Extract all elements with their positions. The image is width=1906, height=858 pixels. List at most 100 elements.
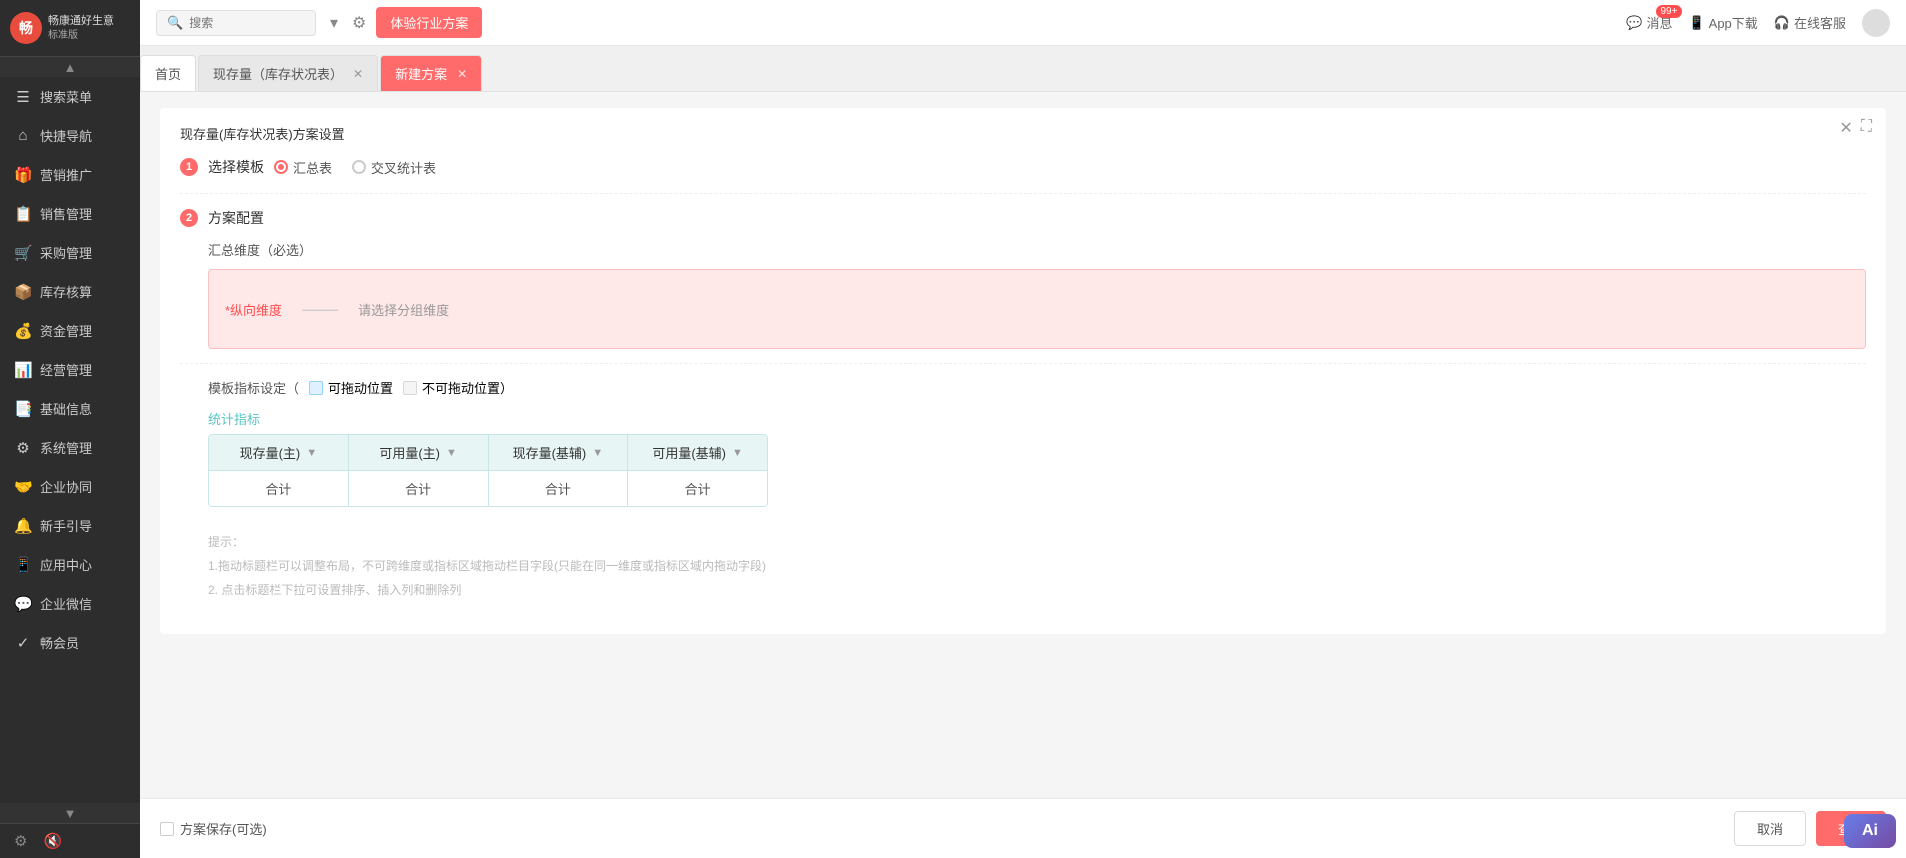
indicator-setting-label: 模板指标设定（ [208, 378, 299, 397]
management-icon: 📊 [14, 361, 32, 379]
message-button[interactable]: 💬 消息 99+ [1626, 13, 1672, 32]
step1-label: 选择模板 [208, 157, 264, 177]
stat-col-0: 现存量(主) ▼ 合计 [209, 435, 349, 506]
search-input[interactable] [189, 16, 289, 30]
topbar-search-container[interactable]: 🔍 [156, 10, 316, 36]
topbar: 🔍 ▾ ⚙ 体验行业方案 💬 消息 99+ 📱 App下载 🎧 在线客服 [140, 0, 1906, 46]
panel-title: 现存量(库存状况表)方案设置 [180, 124, 1866, 143]
radio-summary-circle [274, 160, 288, 174]
tab-new-plan[interactable]: 新建方案 ✕ [380, 55, 482, 91]
sidebar-item-wechat[interactable]: 💬 企业微信 [0, 584, 140, 623]
save-option-label: 方案保存(可选) [180, 819, 267, 838]
sidebar-item-marketing[interactable]: 🎁 营销推广 [0, 155, 140, 194]
tab-inventory-status[interactable]: 现存量（库存状况表） ✕ [198, 55, 378, 91]
radio-cross-label: 交叉统计表 [371, 158, 436, 177]
sidebar-item-sales[interactable]: 📋 销售管理 [0, 194, 140, 233]
topbar-right: 💬 消息 99+ 📱 App下载 🎧 在线客服 [1626, 9, 1890, 37]
sidebar-item-finance[interactable]: 💰 资金管理 [0, 311, 140, 350]
search-icon: 🔍 [167, 15, 183, 31]
member-icon: ✓ [14, 634, 32, 652]
radio-cross-circle [352, 160, 366, 174]
sidebar-item-member[interactable]: ✓ 畅会员 [0, 623, 140, 662]
sidebar-item-basic-info[interactable]: 📑 基础信息 [0, 389, 140, 428]
stat-col-2-header[interactable]: 现存量(基辅) ▼ [489, 435, 628, 471]
sidebar-logo: 畅 畅康通好生意 标准版 [0, 0, 140, 57]
sidebar-item-management[interactable]: 📊 经营管理 [0, 350, 140, 389]
sidebar-item-label: 基础信息 [40, 399, 92, 418]
sidebar-item-system[interactable]: ⚙ 系统管理 [0, 428, 140, 467]
save-option-checkbox[interactable]: 方案保存(可选) [160, 819, 267, 838]
stat-col-3: 可用量(基辅) ▼ 合计 [628, 435, 767, 506]
sidebar-item-label: 快捷导航 [40, 126, 92, 145]
new-guide-icon: 🔔 [14, 517, 32, 535]
settings-icon[interactable]: ⚙ [352, 13, 366, 33]
summary-dim-title: 汇总维度（必选） [208, 240, 1866, 259]
chevron-down-icon-2: ▼ [592, 447, 603, 459]
sidebar-scroll-down[interactable]: ▼ [0, 803, 140, 823]
app-center-icon: 📱 [14, 556, 32, 574]
wechat-icon: 💬 [14, 595, 32, 613]
draggable-legend-box [309, 381, 323, 395]
purchase-icon: 🛒 [14, 244, 32, 262]
message-icon: 💬 [1626, 15, 1642, 31]
radio-summary[interactable]: 汇总表 [274, 158, 332, 177]
user-avatar[interactable] [1862, 9, 1890, 37]
tab-new-plan-close-icon[interactable]: ✕ [457, 67, 467, 81]
close-panel-icon[interactable]: ✕ [1839, 118, 1852, 138]
sidebar-item-new-guide[interactable]: 🔔 新手引导 [0, 506, 140, 545]
tab-inventory-close-icon[interactable]: ✕ [353, 67, 363, 81]
stat-col-1-header[interactable]: 可用量(主) ▼ [349, 435, 488, 471]
gear-icon[interactable]: ▾ [330, 13, 338, 33]
save-checkbox-box[interactable] [160, 822, 174, 836]
sidebar-item-quick-nav[interactable]: ⌂ 快捷导航 [0, 116, 140, 155]
app-name: 畅康通好生意 标准版 [48, 14, 114, 41]
sidebar-item-label: 企业协同 [40, 477, 92, 496]
sidebar-scroll-up[interactable]: ▲ [0, 57, 140, 77]
stat-col-3-label: 可用量(基辅) [652, 443, 726, 462]
radio-cross[interactable]: 交叉统计表 [352, 158, 436, 177]
chevron-down-icon-3: ▼ [732, 447, 743, 459]
step1-badge: 1 [180, 158, 198, 176]
indicator-setting-area: 模板指标设定（ 可拖动位置 不可拖动位置） 统计指标 [208, 378, 1866, 602]
tab-home[interactable]: 首页 [140, 55, 196, 91]
sidebar-item-contract[interactable]: 🤝 企业协同 [0, 467, 140, 506]
stat-col-1-label: 可用量(主) [379, 443, 440, 462]
ai-badge[interactable]: Ai [1844, 814, 1896, 848]
tab-home-label: 首页 [155, 64, 181, 83]
tips-item-0: 1.拖动标题栏可以调整布局，不可跨维度或指标区域拖动栏目字段(只能在同一维度或指… [208, 559, 766, 573]
main-wrapper: 🔍 ▾ ⚙ 体验行业方案 💬 消息 99+ 📱 App下载 🎧 在线客服 [140, 0, 1906, 858]
sidebar-item-search-menu[interactable]: ☰ 搜索菜单 [0, 77, 140, 116]
industry-solution-button[interactable]: 体验行业方案 [376, 7, 482, 38]
sidebar-nav: ☰ 搜索菜单 ⌂ 快捷导航 🎁 营销推广 📋 销售管理 🛒 采购管理 📦 库存核… [0, 77, 140, 803]
step1-header: 1 选择模板 汇总表 交叉统计表 [180, 157, 1866, 177]
draggable-legend-label: 可拖动位置 [328, 378, 393, 397]
stat-col-0-header[interactable]: 现存量(主) ▼ [209, 435, 348, 471]
cancel-button[interactable]: 取消 [1734, 811, 1806, 846]
sidebar-item-purchase[interactable]: 🛒 采购管理 [0, 233, 140, 272]
sidebar-item-inventory[interactable]: 📦 库存核算 [0, 272, 140, 311]
app-download-button[interactable]: 📱 App下载 [1688, 13, 1757, 32]
stat-col-0-body: 合计 [209, 471, 348, 506]
panel-actions: ✕ ⛶ [1839, 118, 1872, 138]
message-badge: 99+ [1656, 5, 1683, 18]
online-service-button[interactable]: 🎧 在线客服 [1774, 13, 1846, 32]
sidebar: 畅 畅康通好生意 标准版 ▲ ☰ 搜索菜单 ⌂ 快捷导航 🎁 营销推广 📋 销售… [0, 0, 140, 858]
stat-col-3-header[interactable]: 可用量(基辅) ▼ [628, 435, 767, 471]
sales-icon: 📋 [14, 205, 32, 223]
sound-bottom-icon[interactable]: 🔇 [43, 832, 62, 850]
tips-area: 提示： 1.拖动标题栏可以调整布局，不可跨维度或指标区域拖动栏目字段(只能在同一… [208, 530, 1866, 602]
basic-info-icon: 📑 [14, 400, 32, 418]
chevron-down-icon-0: ▼ [306, 447, 317, 459]
stat-col-0-label: 现存量(主) [240, 443, 301, 462]
expand-panel-icon[interactable]: ⛶ [1861, 118, 1872, 138]
dimension-dropzone[interactable]: *纵向维度 —— 请选择分组维度 [208, 269, 1866, 349]
quick-nav-icon: ⌂ [14, 127, 32, 144]
sidebar-item-label: 系统管理 [40, 438, 92, 457]
sidebar-item-app-center[interactable]: 📱 应用中心 [0, 545, 140, 584]
sidebar-item-label: 库存核算 [40, 282, 92, 301]
footer-bar: 方案保存(可选) 取消 查询 [140, 798, 1906, 858]
settings-bottom-icon[interactable]: ⚙ [14, 832, 27, 850]
tab-new-plan-label: 新建方案 [395, 64, 447, 83]
legend-nondraggable-item: 不可拖动位置） [403, 378, 513, 397]
main-panel: ✕ ⛶ 现存量(库存状况表)方案设置 1 选择模板 汇总表 [160, 108, 1886, 634]
